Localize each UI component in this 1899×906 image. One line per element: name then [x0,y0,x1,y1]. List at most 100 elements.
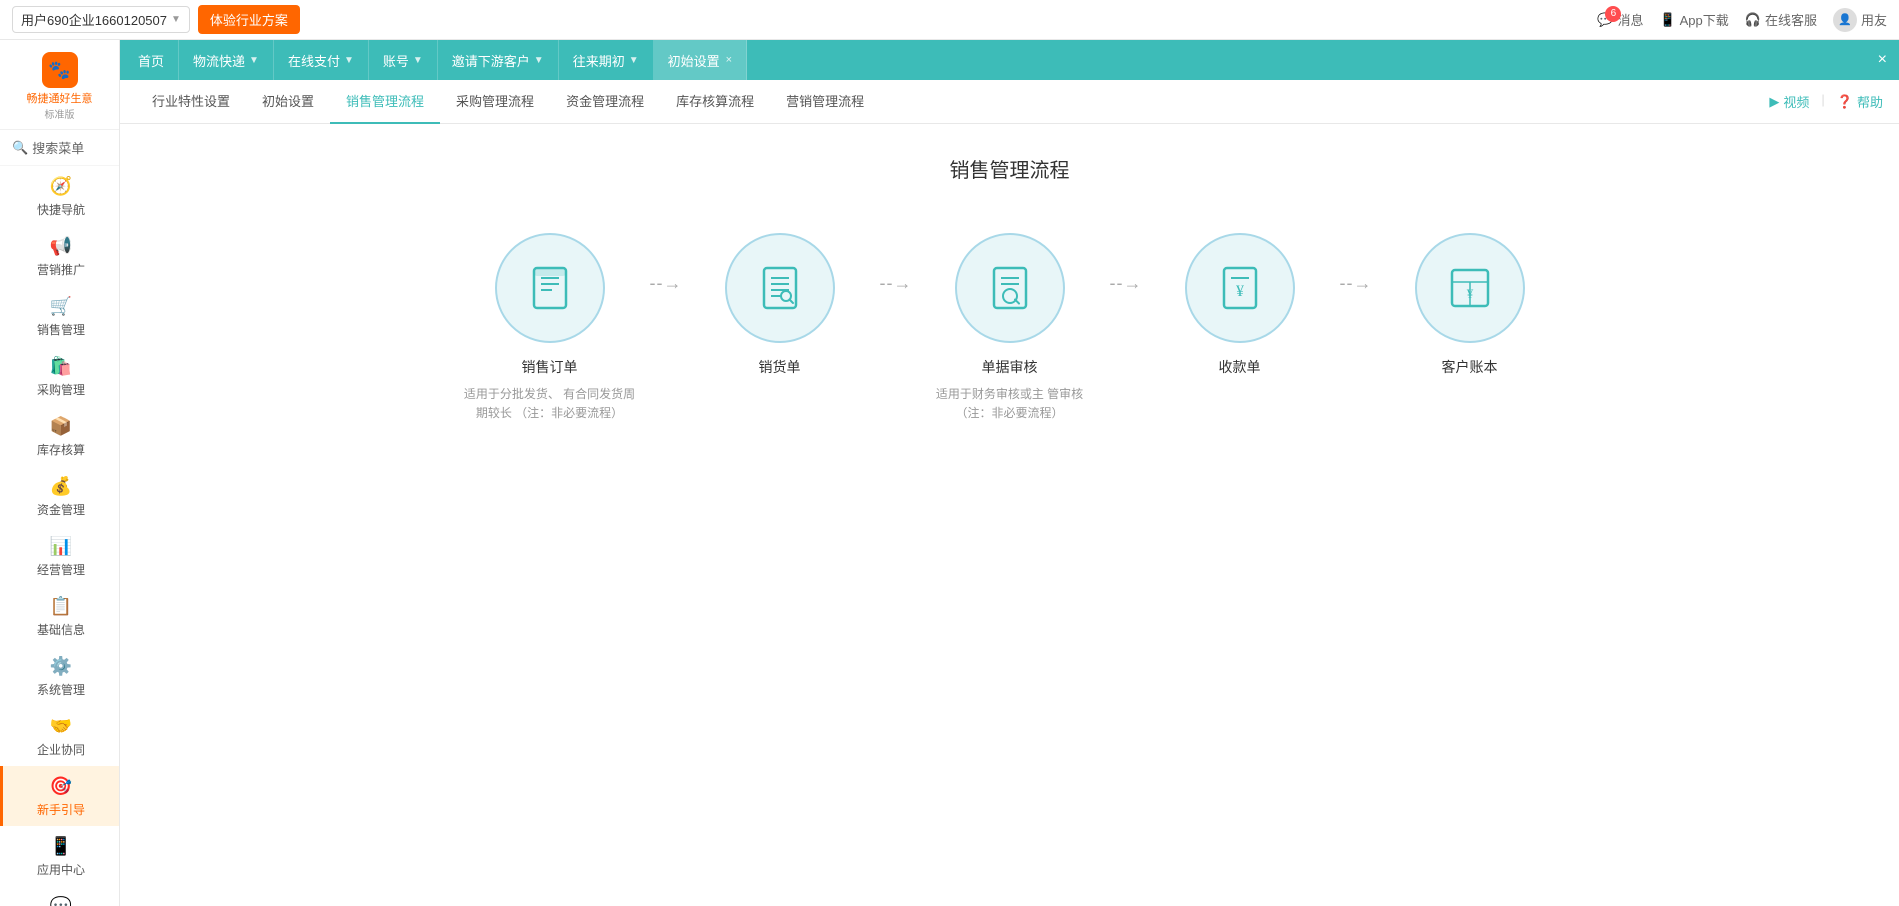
online-service-item[interactable]: 🎧 在线客服 [1745,10,1817,29]
sidebar-item-operations-mgmt[interactable]: 📊 经营管理 [0,526,119,586]
nav-tab-label-invite-downstream: 邀请下游客户 [452,51,530,70]
company-name: 用户690企业1660120507 [21,10,167,29]
flow-step-title-customer-ledger: 客户账本 [1442,357,1498,377]
nav-tab-logistics[interactable]: 物流快递▼ [179,40,274,80]
flow-step-customer-ledger: ¥ 客户账本 [1380,233,1560,385]
content-area: 首页物流快递▼在线支付▼账号▼邀请下游客户▼往来期初▼初始设置× × 行业特性设… [120,40,1899,906]
nav-tab-label-past-period: 往来期初 [573,51,625,70]
help-icon: ❓ [1837,94,1853,110]
sidebar-label-new-guide: 新手引导 [37,801,85,818]
nav-tabs-list: 首页物流快递▼ 在线支付 ▼ 账号▼ 邀请下游客户 ▼ 往来期初 ▼ 初始设置× [124,40,1866,80]
nav-tab-close-initial-setup[interactable]: × [726,54,732,66]
sub-tab-marketing-flow[interactable]: 营销管理流程 [770,80,880,124]
sub-tab-label-marketing-flow: 营销管理流程 [786,91,864,110]
message-label: 消息 [1617,10,1643,29]
divider: | [1821,92,1824,111]
flow-arrow-2: - - → [870,233,920,294]
online-service-label: 在线客服 [1765,10,1817,29]
nav-tab-account[interactable]: 账号▼ [369,40,438,80]
nav-tab-arrow-past-period: ▼ [629,55,639,66]
main-layout: 🐾 畅捷通好生意 标准版 🔍 搜索菜单 🧭快捷导航📢营销推广🛒销售管理🛍️采购管… [0,40,1899,906]
dashed-arrow-4: - - → [1340,273,1370,294]
sidebar-item-enterprise-collab[interactable]: 🤝 企业协同 [0,706,119,766]
selector-arrow-icon: ▼ [171,14,181,25]
sub-tab-inventory-flow[interactable]: 库存核算流程 [660,80,770,124]
headset-icon: 🎧 [1745,12,1761,28]
sidebar-label-marketing-promo: 营销推广 [37,261,85,278]
sidebar-icon-enterprise-wechat: 💬 [50,896,72,906]
dashed-arrow-2: - - → [880,273,910,294]
sub-tab-label-finance-flow: 资金管理流程 [566,91,644,110]
sidebar-item-system-mgmt[interactable]: ⚙️系统管理 [0,646,119,706]
flow-circle-sales-order[interactable] [495,233,605,343]
flow-circle-customer-ledger[interactable]: ¥ [1415,233,1525,343]
company-selector[interactable]: 用户690企业1660120507 ▼ [12,6,190,33]
sub-tab-purchase-flow[interactable]: 采购管理流程 [440,80,550,124]
sidebar-search[interactable]: 🔍 搜索菜单 [0,130,119,166]
sidebar: 🐾 畅捷通好生意 标准版 🔍 搜索菜单 🧭快捷导航📢营销推广🛒销售管理🛍️采购管… [0,40,120,906]
sidebar-item-sales-mgmt[interactable]: 🛒销售管理 [0,286,119,346]
sidebar-label-purchase-mgmt: 采购管理 [37,381,85,398]
nav-tab-invite-downstream[interactable]: 邀请下游客户 ▼ [438,40,559,80]
sub-tab-sales-flow[interactable]: 销售管理流程 [330,80,440,124]
flow-step-desc-document-review: 适用于财务审核或主 管审核 （注：非必要流程） [920,385,1100,423]
sidebar-item-basic-info[interactable]: 📋基础信息 [0,586,119,646]
sidebar-label-inventory: 库存核算 [37,441,85,458]
sidebar-item-inventory[interactable]: 📦库存核算 [0,406,119,466]
nav-tab-home[interactable]: 首页 [124,40,179,80]
sub-tabs-list: 行业特性设置初始设置销售管理流程采购管理流程资金管理流程 库存核算流程 营销管理流程 [136,80,880,123]
flow-step-receipt: ¥ 收款单 [1150,233,1330,385]
sidebar-icon-operations-mgmt: 📊 [50,536,72,557]
avatar: 👤 [1833,8,1857,32]
sub-tab-finance-flow[interactable]: 资金管理流程 [550,80,660,124]
nav-tab-arrow-invite-downstream: ▼ [534,55,544,66]
page-content: 销售管理流程 销售订单适用于分批发货、 有合同发货周期较长 （注：非必要流程）-… [120,124,1899,906]
sidebar-item-app-center[interactable]: 📱 应用中心 [0,826,119,886]
sidebar-icon-basic-info: 📋 [50,596,72,617]
flow-step-title-sales-order: 销售订单 [522,357,578,377]
flow-circle-receipt[interactable]: ¥ [1185,233,1295,343]
sidebar-item-new-guide[interactable]: 🎯新手引导 [0,766,119,826]
trial-button[interactable]: 体验行业方案 [198,5,300,34]
sub-tab-initial-setup[interactable]: 初始设置 [246,80,330,124]
sidebar-label-enterprise-collab: 企业协同 [37,741,85,758]
sidebar-item-finance-mgmt[interactable]: 💰资金管理 [0,466,119,526]
flow-step-sales-invoice: 销货单 [690,233,870,385]
sidebar-label-app-center: 应用中心 [37,861,85,878]
flow-circle-document-review[interactable] [955,233,1065,343]
help-action[interactable]: ❓ 帮助 [1837,92,1883,111]
sidebar-icon-app-center: 📱 [50,836,72,857]
sidebar-item-enterprise-wechat[interactable]: 💬企业微信 [0,886,119,906]
nav-tab-initial-setup[interactable]: 初始设置× [654,40,747,80]
sub-tab-actions: ▶ 视频 | ❓ 帮助 [1769,92,1883,111]
sub-tab-label-inventory-flow: 库存核算流程 [676,91,754,110]
svg-text:¥: ¥ [1466,286,1473,301]
app-download-item[interactable]: 📱 App下载 [1659,10,1728,29]
sidebar-icon-marketing-promo: 📢 [50,236,72,257]
nav-tab-online-pay[interactable]: 在线支付 ▼ [274,40,369,80]
sidebar-icon-finance-mgmt: 💰 [50,476,72,497]
search-label: 搜索菜单 [32,138,84,157]
video-action[interactable]: ▶ 视频 [1769,92,1809,111]
search-icon: 🔍 [12,140,28,156]
nav-close-button[interactable]: × [1866,51,1899,69]
nav-tab-label-logistics: 物流快递 [193,51,245,70]
sidebar-item-marketing-promo[interactable]: 📢 营销推广 [0,226,119,286]
message-item[interactable]: 💬 6 消息 [1597,10,1643,29]
sidebar-label-system-mgmt: 系统管理 [37,681,85,698]
sidebar-icon-enterprise-collab: 🤝 [50,716,72,737]
sub-tab-industry-settings[interactable]: 行业特性设置 [136,80,246,124]
sub-tab-label-industry-settings: 行业特性设置 [152,91,230,110]
dashed-arrow-1: - - → [650,273,680,294]
flow-arrow-4: - - → [1330,233,1380,294]
nav-tab-label-online-pay: 在线支付 [288,51,340,70]
user-item[interactable]: 👤 用友 [1833,8,1887,32]
flow-circle-sales-invoice[interactable] [725,233,835,343]
sidebar-item-purchase-mgmt[interactable]: 🛍️采购管理 [0,346,119,406]
nav-tab-past-period[interactable]: 往来期初 ▼ [559,40,654,80]
app-icon: 📱 [1659,12,1675,28]
sidebar-item-quick-guide[interactable]: 🧭快捷导航 [0,166,119,226]
nav-tab-arrow-online-pay: ▼ [344,55,354,66]
sidebar-label-operations-mgmt: 经营管理 [37,561,85,578]
logo-text: 畅捷通好生意 [27,92,93,106]
